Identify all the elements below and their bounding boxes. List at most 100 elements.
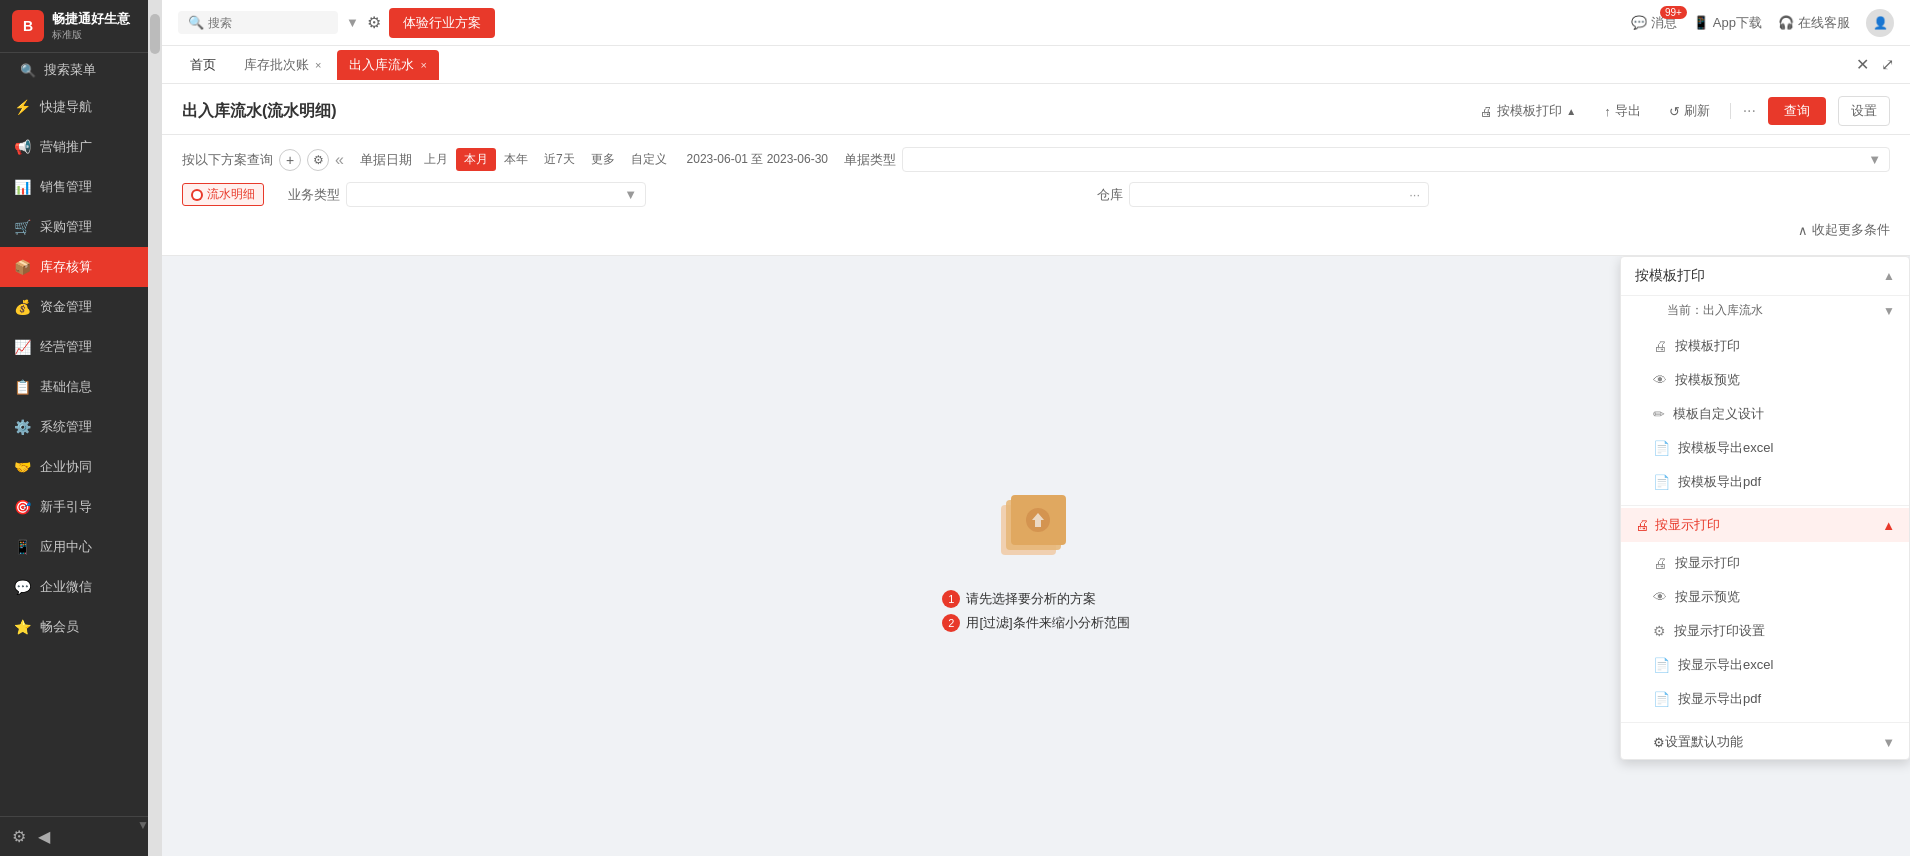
business-type-arrow: ▼	[624, 187, 637, 202]
sidebar-scrollbar[interactable]: ▼	[148, 0, 162, 856]
message-badge: 99+	[1660, 6, 1687, 19]
export-btn[interactable]: ↑ 导出	[1596, 98, 1649, 124]
industry-btn[interactable]: 体验行业方案	[389, 8, 495, 38]
sidebar-item-purchase[interactable]: 🛒 采购管理	[0, 207, 148, 247]
more-actions-icon[interactable]: ···	[1743, 102, 1756, 120]
sidebar-item-inventory[interactable]: 📦 库存核算	[0, 247, 148, 287]
filter-collapse-btn[interactable]: «	[335, 151, 344, 169]
business-type-select[interactable]: ▼	[346, 182, 646, 207]
sidebar-item-basic[interactable]: 📋 基础信息	[0, 367, 148, 407]
sidebar-item-system[interactable]: ⚙️ 系统管理	[0, 407, 148, 447]
display-excel-icon: 📄	[1653, 657, 1670, 673]
messages-action[interactable]: 💬 消息 99+	[1631, 14, 1677, 32]
sidebar-item-member[interactable]: ⭐ 畅会员	[0, 607, 148, 647]
topbar-settings-icon[interactable]: ⚙	[367, 13, 381, 32]
dropdown-display-title: 🖨 按显示打印	[1635, 516, 1720, 534]
stream-tag[interactable]: 流水明细	[182, 183, 264, 206]
dropdown-display-header[interactable]: 🖨 按显示打印 ▲	[1621, 508, 1909, 542]
sidebar-item-operations[interactable]: 📈 经营管理	[0, 327, 148, 367]
sidebar-nav: ⚡ 快捷导航 📢 营销推广 📊 销售管理 🛒 采购管理 📦 库存核算 💰	[0, 87, 148, 816]
date-option-this-year[interactable]: 本年	[496, 148, 536, 171]
top-bar-search-input[interactable]	[208, 16, 328, 30]
purchase-icon: 🛒	[12, 217, 32, 237]
filter-add-btn[interactable]: +	[279, 149, 301, 171]
date-option-last-month[interactable]: 上月	[416, 148, 456, 171]
top-bar: 🔍 ▼ ⚙ 体验行业方案 💬 消息 99+ 📱 App下载 🎧	[162, 0, 1910, 46]
doc-type-select[interactable]: ▼	[902, 147, 1890, 172]
template-preview-icon: 👁	[1653, 372, 1667, 388]
content-area: 1 请先选择要分析的方案 2 用[过滤]条件来缩小分析范围 按模板打印 ▲	[162, 256, 1910, 856]
settings-btn[interactable]: 设置	[1838, 96, 1890, 126]
page-actions: 🖨 按模板打印 ▲ ↑ 导出 ↺ 刷新 ··· 查询 设置	[1472, 96, 1890, 126]
sidebar-search[interactable]: 🔍 搜索菜单	[0, 53, 148, 87]
phone-icon: 📱	[1693, 15, 1709, 30]
customer-service-action[interactable]: 🎧 在线客服	[1778, 14, 1850, 32]
query-btn[interactable]: 查询	[1768, 97, 1826, 125]
sidebar: B 畅捷通好生意 标准版 🔍 搜索菜单 ⚡ 快捷导航 📢 营销推广 📊 销售管理	[0, 0, 148, 856]
tab-close-all[interactable]: ✕	[1856, 55, 1869, 74]
stream-tag-container: 流水明细	[182, 183, 264, 206]
message-icon: 💬	[1631, 15, 1647, 30]
sidebar-item-finance[interactable]: 💰 资金管理	[0, 287, 148, 327]
dropdown-template-preview[interactable]: 👁 按模板预览	[1621, 363, 1909, 397]
dropdown-template-export-pdf[interactable]: 📄 按模板导出pdf	[1621, 465, 1909, 499]
refresh-btn[interactable]: ↺ 刷新	[1661, 98, 1718, 124]
display-print-icon: 🖨	[1653, 555, 1667, 571]
page-title: 出入库流水(流水明细)	[182, 101, 337, 122]
sidebar-item-app-center[interactable]: 📱 应用中心	[0, 527, 148, 567]
sidebar-collapse-icon[interactable]: ◀	[38, 827, 50, 846]
tab-batch-account-close[interactable]: ×	[315, 59, 321, 71]
dropdown-display-settings[interactable]: ⚙ 按显示打印设置	[1621, 614, 1909, 648]
sidebar-item-marketing[interactable]: 📢 营销推广	[0, 127, 148, 167]
quick-nav-icon: ⚡	[12, 97, 32, 117]
dropdown-display-export-excel[interactable]: 📄 按显示导出excel	[1621, 648, 1909, 682]
headset-icon: 🎧	[1778, 15, 1794, 30]
sidebar-item-guide[interactable]: 🎯 新手引导	[0, 487, 148, 527]
tab-home[interactable]: 首页	[178, 50, 228, 80]
date-option-this-month[interactable]: 本月	[456, 148, 496, 171]
tab-maximize[interactable]: ⤢	[1881, 55, 1894, 74]
sidebar-settings-icon[interactable]: ⚙	[12, 827, 26, 846]
stream-tag-circle-icon	[191, 189, 203, 201]
dropdown-header: 按模板打印 ▲	[1621, 257, 1909, 296]
marketing-icon: 📢	[12, 137, 32, 157]
doc-type-filter: 单据类型 ▼	[844, 147, 1890, 172]
current-arrow-icon: ▼	[1883, 304, 1895, 318]
sidebar-item-sales[interactable]: 📊 销售管理	[0, 167, 148, 207]
dropdown-display-preview[interactable]: 👁 按显示预览	[1621, 580, 1909, 614]
dropdown-footer[interactable]: ⚙ 设置默认功能 ▼	[1621, 725, 1909, 759]
filter-row-1: 按以下方案查询 + ⚙ « 单据日期 上月 本月 本年 近7天 更多 自定义	[182, 147, 1890, 172]
sidebar-item-quick-nav[interactable]: ⚡ 快捷导航	[0, 87, 148, 127]
date-option-custom[interactable]: 自定义	[623, 148, 675, 171]
warehouse-select[interactable]: ···	[1129, 182, 1429, 207]
date-option-more[interactable]: 更多	[583, 148, 623, 171]
template-print-btn[interactable]: 🖨 按模板打印 ▲	[1472, 98, 1584, 124]
dropdown-display-export-pdf[interactable]: 📄 按显示导出pdf	[1621, 682, 1909, 716]
step-2-num: 2	[942, 614, 960, 632]
date-option-7days[interactable]: 近7天	[536, 148, 583, 171]
tab-in-out-flow-close[interactable]: ×	[420, 59, 426, 71]
user-avatar[interactable]: 👤	[1866, 9, 1894, 37]
dropdown-template-export-excel[interactable]: 📄 按模板导出excel	[1621, 431, 1909, 465]
sidebar-scroll-down[interactable]: ▼	[137, 818, 149, 832]
dropdown-close-arrow[interactable]: ▲	[1883, 269, 1895, 283]
filter-area: 按以下方案查询 + ⚙ « 单据日期 上月 本月 本年 近7天 更多 自定义	[162, 135, 1910, 256]
collapse-row: ∧ 收起更多条件	[182, 217, 1890, 243]
dropdown-display-print[interactable]: 🖨 按显示打印	[1621, 546, 1909, 580]
dropdown-template-print[interactable]: 🖨 按模板打印	[1621, 329, 1909, 363]
app-download-action[interactable]: 📱 App下载	[1693, 14, 1762, 32]
display-section-collapse-icon: ▲	[1882, 518, 1895, 533]
doc-type-label: 单据类型	[844, 151, 896, 169]
warehouse-filter: 仓库 ···	[1097, 182, 1890, 207]
dropdown-template-custom[interactable]: ✏ 模板自定义设计	[1621, 397, 1909, 431]
sidebar-item-wechat[interactable]: 💬 企业微信	[0, 567, 148, 607]
warehouse-label: 仓库	[1097, 186, 1123, 204]
sidebar-item-enterprise[interactable]: 🤝 企业协同	[0, 447, 148, 487]
filter-settings-btn[interactable]: ⚙	[307, 149, 329, 171]
basic-icon: 📋	[12, 377, 32, 397]
dropdown-arrow-icon[interactable]: ▼	[346, 15, 359, 30]
collapse-more-btn[interactable]: ∧ 收起更多条件	[1798, 221, 1890, 239]
tab-batch-account[interactable]: 库存批次账 ×	[232, 50, 333, 80]
display-pdf-icon: 📄	[1653, 691, 1670, 707]
tab-in-out-flow[interactable]: 出入库流水 ×	[337, 50, 438, 80]
